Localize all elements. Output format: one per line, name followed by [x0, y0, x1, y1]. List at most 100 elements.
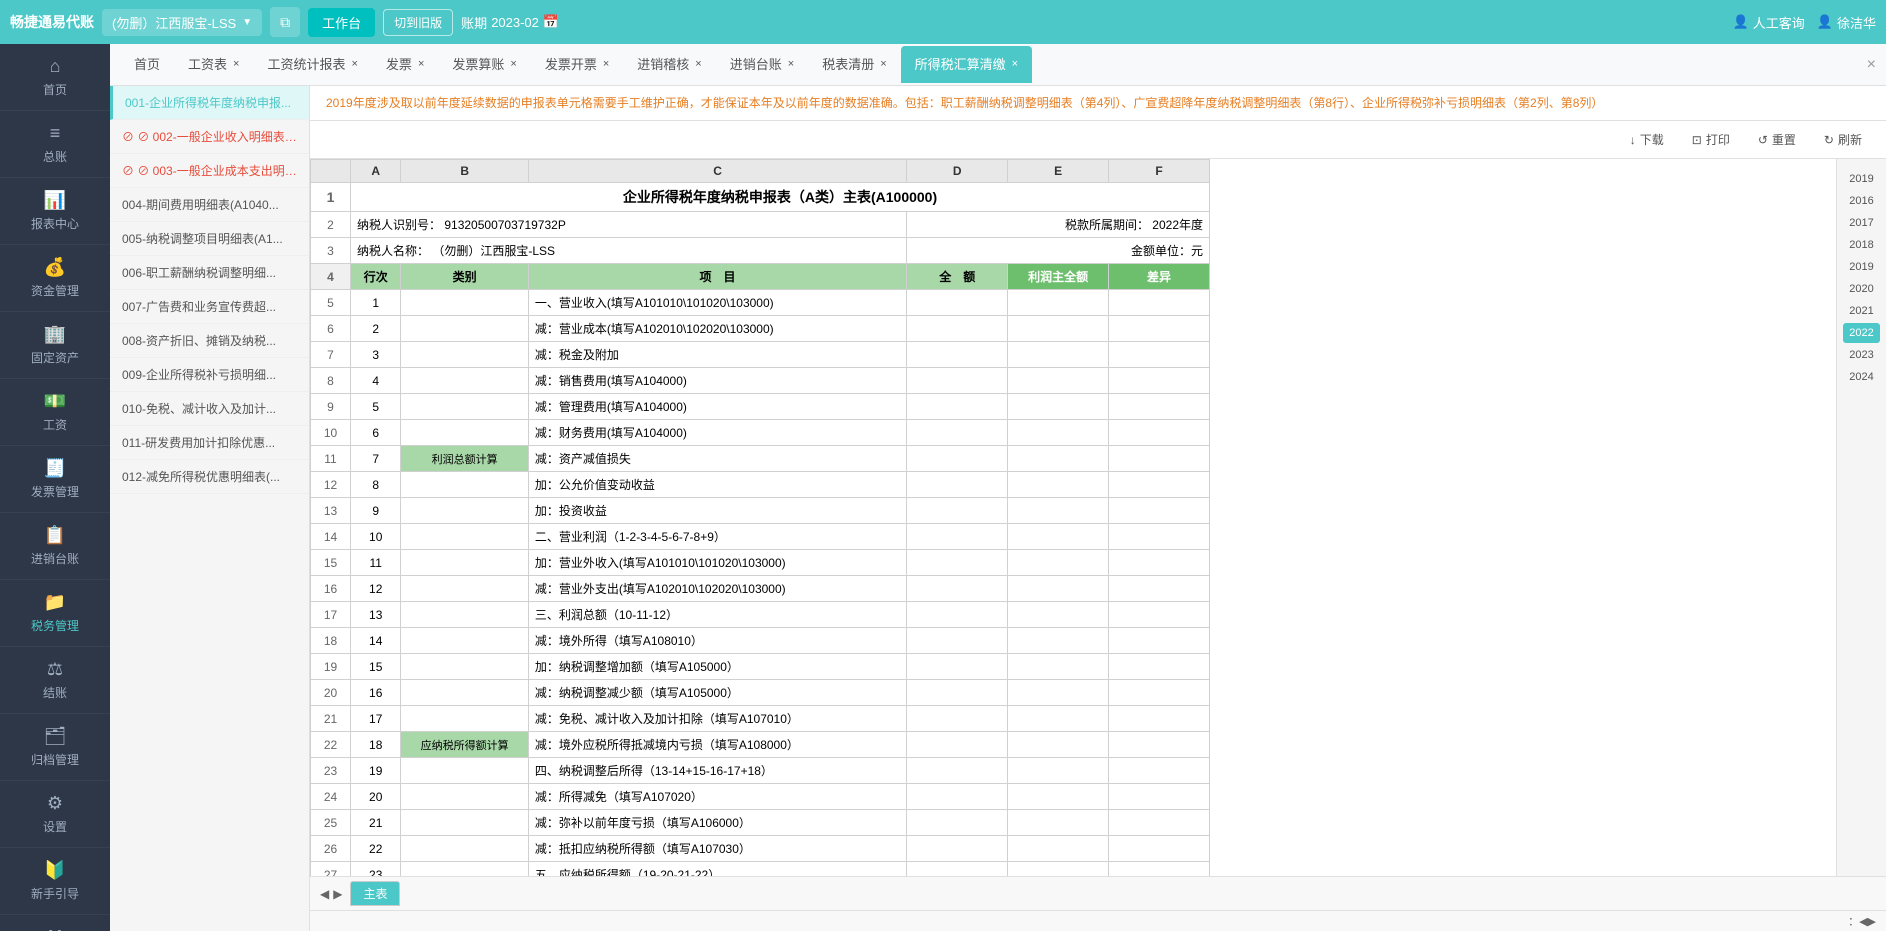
tab-salary-close[interactable]: × [233, 58, 239, 70]
diff-cell[interactable] [1109, 290, 1210, 316]
profit-cell[interactable] [1008, 524, 1109, 550]
sidebar-item-settings[interactable]: ⚙ 设置 [0, 781, 110, 848]
amount-cell[interactable] [907, 420, 1008, 446]
amount-cell[interactable] [907, 654, 1008, 680]
profit-cell[interactable] [1008, 290, 1109, 316]
profit-cell[interactable] [1008, 758, 1109, 784]
diff-cell[interactable] [1109, 628, 1210, 654]
tab-invoice-account[interactable]: 发票算账 × [438, 46, 530, 83]
sidebar-item-archive[interactable]: 🗂 归档管理 [0, 714, 110, 781]
workbench-button[interactable]: 工作台 [308, 8, 375, 37]
profit-cell[interactable] [1008, 706, 1109, 732]
tab-income-tax[interactable]: 所得税汇算清缴 × [901, 46, 1032, 83]
diff-cell[interactable] [1109, 472, 1210, 498]
scroll-left-icon[interactable]: ◀ [1859, 915, 1867, 928]
amount-cell[interactable] [907, 732, 1008, 758]
diff-cell[interactable] [1109, 654, 1210, 680]
print-button[interactable]: ⊡ 打印 [1684, 127, 1738, 152]
profit-cell[interactable] [1008, 368, 1109, 394]
year-2019-top[interactable]: 2019 [1843, 169, 1879, 189]
year-2020[interactable]: 2020 [1843, 279, 1879, 299]
year-2022[interactable]: 2022 [1843, 323, 1879, 343]
diff-cell[interactable] [1109, 368, 1210, 394]
diff-cell[interactable] [1109, 680, 1210, 706]
profit-cell[interactable] [1008, 680, 1109, 706]
scroll-right-icon[interactable]: ▶ [1868, 915, 1876, 928]
switch-button[interactable]: 切到旧版 [383, 9, 453, 36]
left-panel-item-012[interactable]: 012-减免所得税优惠明细表(... [110, 460, 309, 494]
year-2023[interactable]: 2023 [1843, 345, 1879, 365]
user-service[interactable]: 👤 人工客询 [1733, 13, 1805, 32]
profit-cell[interactable] [1008, 550, 1109, 576]
diff-cell[interactable] [1109, 446, 1210, 472]
reset-button[interactable]: ↺ 重置 [1750, 127, 1804, 152]
tab-sales-audit[interactable]: 进销稽核 × [623, 46, 715, 83]
sheet-main[interactable]: A B C D E F [310, 159, 1836, 876]
tab-invoice-close[interactable]: × [418, 58, 424, 70]
left-panel-item-009[interactable]: 009-企业所得税补亏损明细... [110, 358, 309, 392]
sidebar-item-invoice[interactable]: 🧾 发票管理 [0, 446, 110, 513]
diff-cell[interactable] [1109, 732, 1210, 758]
amount-cell[interactable] [907, 342, 1008, 368]
left-panel-item-006[interactable]: 006-职工薪酬纳税调整明细... [110, 256, 309, 290]
tab-sales-ledger[interactable]: 进销台账 × [716, 46, 808, 83]
amount-cell[interactable] [907, 446, 1008, 472]
diff-cell[interactable] [1109, 420, 1210, 446]
tab-income-tax-close[interactable]: × [1012, 58, 1018, 70]
company-selector[interactable]: (勿删）江西服宝-LSS ▼ [102, 9, 262, 36]
sidebar-item-report[interactable]: 📊 报表中心 [0, 178, 110, 245]
tab-invoice-account-close[interactable]: × [510, 58, 516, 70]
amount-cell[interactable] [907, 836, 1008, 862]
tab-tax-table[interactable]: 税表清册 × [808, 46, 900, 83]
tab-salary-report-close[interactable]: × [351, 58, 357, 70]
close-all-button[interactable]: × [1867, 56, 1876, 74]
sidebar-item-guide[interactable]: 🔰 新手引导 [0, 848, 110, 915]
amount-cell[interactable] [907, 550, 1008, 576]
diff-cell[interactable] [1109, 810, 1210, 836]
tab-invoice[interactable]: 发票 × [372, 46, 438, 83]
tab-sales-ledger-close[interactable]: × [788, 58, 794, 70]
year-2024[interactable]: 2024 [1843, 367, 1879, 387]
left-panel-item-003[interactable]: ⊘ 003-一般企业成本支出明细... [110, 154, 309, 188]
year-2017[interactable]: 2017 [1843, 213, 1879, 233]
diff-cell[interactable] [1109, 498, 1210, 524]
profit-cell[interactable] [1008, 862, 1109, 877]
left-panel-item-004[interactable]: 004-期间费用明细表(A1040... [110, 188, 309, 222]
left-panel-item-010[interactable]: 010-免税、减计收入及加计... [110, 392, 309, 426]
year-2016[interactable]: 2016 [1843, 191, 1879, 211]
profit-cell[interactable] [1008, 810, 1109, 836]
amount-cell[interactable] [907, 680, 1008, 706]
profit-cell[interactable] [1008, 628, 1109, 654]
profit-cell[interactable] [1008, 498, 1109, 524]
diff-cell[interactable] [1109, 316, 1210, 342]
profit-cell[interactable] [1008, 472, 1109, 498]
profit-cell[interactable] [1008, 420, 1109, 446]
diff-cell[interactable] [1109, 394, 1210, 420]
amount-cell[interactable] [907, 316, 1008, 342]
amount-cell[interactable] [907, 862, 1008, 877]
sidebar-item-member[interactable]: V 畅会员 [0, 915, 110, 931]
left-panel-item-011[interactable]: 011-研发费用加计扣除优惠... [110, 426, 309, 460]
amount-cell[interactable] [907, 758, 1008, 784]
sidebar-item-fund[interactable]: 💰 资金管理 [0, 245, 110, 312]
left-panel-item-001[interactable]: 001-企业所得税年度纳税申报... [110, 86, 309, 120]
diff-cell[interactable] [1109, 576, 1210, 602]
profit-cell[interactable] [1008, 316, 1109, 342]
amount-cell[interactable] [907, 394, 1008, 420]
profit-cell[interactable] [1008, 446, 1109, 472]
left-panel-item-007[interactable]: 007-广告费和业务宣传费超... [110, 290, 309, 324]
amount-cell[interactable] [907, 784, 1008, 810]
tab-tax-table-close[interactable]: × [880, 58, 886, 70]
diff-cell[interactable] [1109, 706, 1210, 732]
profit-cell[interactable] [1008, 654, 1109, 680]
left-panel-item-002[interactable]: ⊘ 002-一般企业收入明细表(A1... [110, 120, 309, 154]
tab-invoice-open-close[interactable]: × [603, 58, 609, 70]
diff-cell[interactable] [1109, 862, 1210, 877]
sidebar-item-home[interactable]: ⌂ 首页 [0, 44, 110, 111]
sidebar-item-sales[interactable]: 📋 进销台账 [0, 513, 110, 580]
profit-cell[interactable] [1008, 602, 1109, 628]
amount-cell[interactable] [907, 472, 1008, 498]
diff-cell[interactable] [1109, 602, 1210, 628]
amount-cell[interactable] [907, 602, 1008, 628]
prev-sheet-arrow[interactable]: ◀ [320, 887, 329, 901]
